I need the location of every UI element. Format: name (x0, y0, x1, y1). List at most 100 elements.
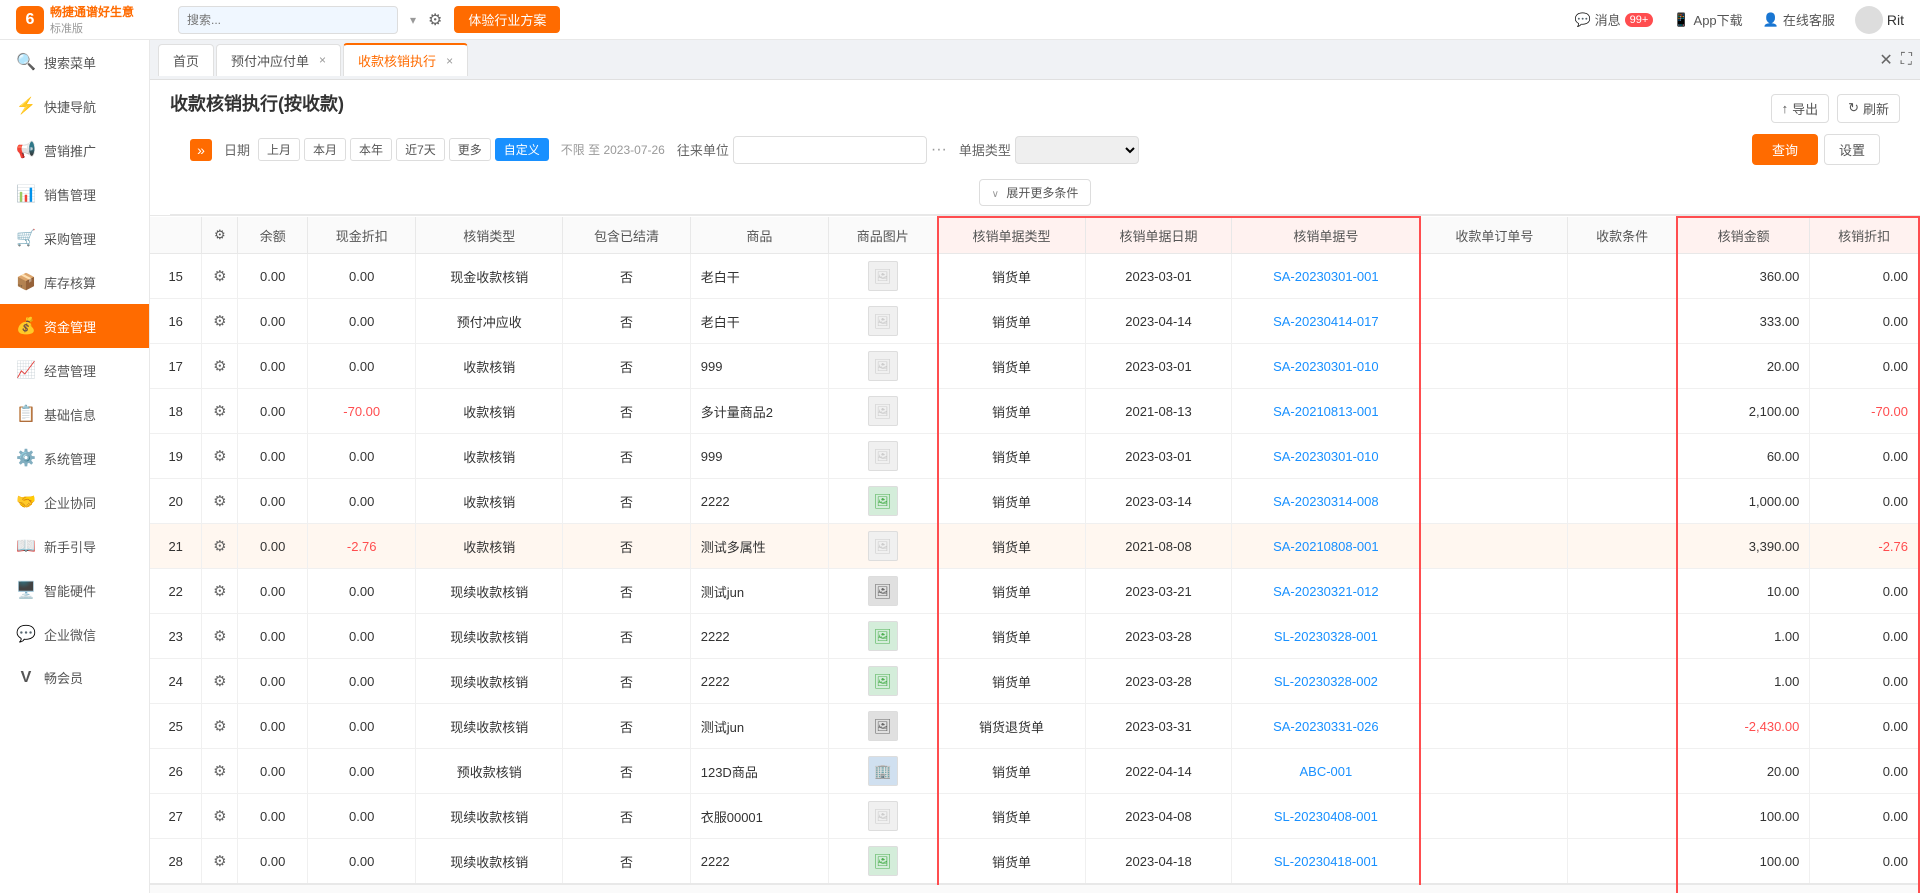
maximize-button[interactable]: ⛶ (1901, 51, 1912, 69)
sidebar-item-management[interactable]: 📈 经营管理 (0, 348, 149, 392)
user-name: Rit (1887, 12, 1904, 28)
sidebar-item-basic[interactable]: 📋 基础信息 (0, 392, 149, 436)
collapse-arrow[interactable]: » (190, 139, 212, 161)
sidebar-item-inventory[interactable]: 📦 库存核算 (0, 260, 149, 304)
baodan-link[interactable]: SL-20230408-001 (1274, 809, 1378, 824)
table-container[interactable]: ⚙ 余额 现金折扣 核销类型 包含已结清 商品 商品图片 核销单据类型 核销单据… (150, 216, 1920, 893)
td-hexiaoamt: 1.00 (1677, 659, 1810, 704)
row-gear-icon[interactable]: ⚙ (213, 852, 226, 870)
td-baodantype: 销货单 (938, 299, 1086, 344)
baodan-link[interactable]: SA-20230331-026 (1273, 719, 1379, 734)
message-icon: 💬 (1574, 12, 1590, 28)
row-gear-icon[interactable]: ⚙ (213, 402, 226, 420)
refresh-button[interactable]: ↻ 刷新 (1837, 94, 1900, 123)
td-hexiaodiscount: 0.00 (1810, 479, 1919, 524)
td-xianjin: 0.00 (308, 479, 416, 524)
sidebar-item-purchase[interactable]: 🛒 采购管理 (0, 216, 149, 260)
td-baodanno: SA-20230321-012 (1232, 569, 1420, 614)
td-baodandate: 2021-08-08 (1085, 524, 1232, 569)
sidebar-item-wechat[interactable]: 💬 企业微信 (0, 612, 149, 656)
table-row: 18 ⚙ 0.00 -70.00 收款核销 否 多计量商品2 🖼 销货单 202… (150, 389, 1919, 434)
date-btn-this-month[interactable]: 本月 (304, 138, 346, 161)
search-input[interactable] (178, 6, 398, 34)
date-btn-custom[interactable]: 自定义 (495, 138, 549, 161)
td-baodantype: 销货单 (938, 569, 1086, 614)
baodan-link[interactable]: SA-20230414-017 (1273, 314, 1379, 329)
baodan-link[interactable]: SA-20230301-010 (1273, 359, 1379, 374)
row-gear-icon[interactable]: ⚙ (213, 537, 226, 555)
row-gear-icon[interactable]: ⚙ (213, 717, 226, 735)
row-gear-icon[interactable]: ⚙ (213, 582, 226, 600)
row-gear-icon[interactable]: ⚙ (213, 627, 226, 645)
baodan-link[interactable]: ABC-001 (1299, 764, 1352, 779)
export-button[interactable]: ↑ 导出 (1771, 94, 1830, 123)
td-baodanno: SA-20230301-001 (1232, 254, 1420, 299)
td-shoutiao (1568, 839, 1677, 885)
td-shangpin: 老白干 (690, 299, 828, 344)
row-gear-icon[interactable]: ⚙ (213, 267, 226, 285)
wechat-icon: 💬 (16, 624, 36, 644)
sidebar-item-collab[interactable]: 🤝 企业协同 (0, 480, 149, 524)
page-header: 收款核销执行(按收款) ↑ 导出 ↻ 刷新 » 日期 (150, 80, 1920, 216)
baodan-link[interactable]: SA-20230301-010 (1273, 449, 1379, 464)
row-gear-icon[interactable]: ⚙ (213, 492, 226, 510)
row-gear-icon[interactable]: ⚙ (213, 807, 226, 825)
baodan-link[interactable]: SA-20230301-001 (1273, 269, 1379, 284)
row-gear-icon[interactable]: ⚙ (213, 672, 226, 690)
date-range: 不限 至 2023-07-26 (561, 141, 665, 158)
unit-input[interactable] (733, 136, 927, 164)
sidebar-item-hardware[interactable]: 🖥️ 智能硬件 (0, 568, 149, 612)
sidebar-item-finance[interactable]: 💰 资金管理 (0, 304, 149, 348)
row-gear-icon[interactable]: ⚙ (213, 447, 226, 465)
row-gear-icon[interactable]: ⚙ (213, 357, 226, 375)
app-download-label: App下载 (1694, 10, 1743, 29)
chevron-down-icon[interactable]: ▾ (410, 13, 416, 27)
tab-home[interactable]: 首页 (158, 44, 214, 76)
message-button[interactable]: 💬 消息 99+ (1574, 10, 1653, 29)
trial-button[interactable]: 体验行业方案 (454, 6, 560, 33)
sidebar-item-quicknav[interactable]: ⚡ 快捷导航 (0, 84, 149, 128)
baodan-link[interactable]: SA-20210808-001 (1273, 539, 1379, 554)
date-btn-last-month[interactable]: 上月 (258, 138, 300, 161)
tab-close-collection[interactable]: × (446, 54, 453, 68)
date-btn-this-year[interactable]: 本年 (350, 138, 392, 161)
date-filter: 日期 上月 本月 本年 近7天 更多 自定义 不限 至 2023-07-26 (224, 138, 665, 161)
baodan-link[interactable]: SA-20230321-012 (1273, 584, 1379, 599)
sidebar-item-member[interactable]: V 畅会员 (0, 656, 149, 699)
baodan-link[interactable]: SA-20230314-008 (1273, 494, 1379, 509)
date-btn-7days[interactable]: 近7天 (396, 138, 445, 161)
gear-icon[interactable]: ⚙ (428, 10, 442, 30)
tab-collection[interactable]: 收款核销执行 × (343, 43, 468, 76)
type-select[interactable] (1015, 136, 1139, 164)
baodan-link[interactable]: SL-20230328-001 (1274, 629, 1378, 644)
sidebar-item-search[interactable]: 🔍 搜索菜单 (0, 40, 149, 84)
sidebar-item-guide[interactable]: 📖 新手引导 (0, 524, 149, 568)
td-baohan: 否 (563, 479, 691, 524)
date-btn-more[interactable]: 更多 (449, 138, 491, 161)
search-box[interactable] (178, 6, 398, 34)
baodan-link[interactable]: SL-20230418-001 (1274, 854, 1378, 869)
close-tab-button[interactable]: ✕ (1879, 50, 1892, 70)
hardware-icon: 🖥️ (16, 580, 36, 600)
row-gear-icon[interactable]: ⚙ (213, 762, 226, 780)
user-profile[interactable]: Rit (1855, 6, 1904, 34)
td-settings: ⚙ (202, 794, 238, 839)
baodan-link[interactable]: SA-20210813-001 (1273, 404, 1379, 419)
settings-button[interactable]: 设置 (1824, 134, 1880, 165)
td-shangpin: 123D商品 (690, 749, 828, 794)
query-button[interactable]: 查询 (1752, 134, 1818, 165)
top-bar: 6 畅捷通谱好生意 标准版 ▾ ⚙ 体验行业方案 💬 消息 99+ 📱 App下… (0, 0, 1920, 40)
expand-button[interactable]: ∨ 展开更多条件 (979, 179, 1092, 206)
tab-close-prepay[interactable]: × (319, 53, 326, 67)
table-row: 27 ⚙ 0.00 0.00 现续收款核销 否 衣服00001 🖼 销货单 20… (150, 794, 1919, 839)
tab-prepay[interactable]: 预付冲应付单 × (216, 44, 341, 76)
row-gear-icon[interactable]: ⚙ (213, 312, 226, 330)
app-download-button[interactable]: 📱 App下载 (1673, 10, 1742, 29)
td-shangpinimg: 🖼 (829, 389, 938, 434)
online-service-button[interactable]: 👤 在线客服 (1763, 10, 1835, 29)
sidebar-item-marketing[interactable]: 📢 营销推广 (0, 128, 149, 172)
sidebar-item-sales[interactable]: 📊 销售管理 (0, 172, 149, 216)
unit-dots-icon[interactable]: ··· (931, 141, 947, 159)
baodan-link[interactable]: SL-20230328-002 (1274, 674, 1378, 689)
sidebar-item-system[interactable]: ⚙️ 系统管理 (0, 436, 149, 480)
